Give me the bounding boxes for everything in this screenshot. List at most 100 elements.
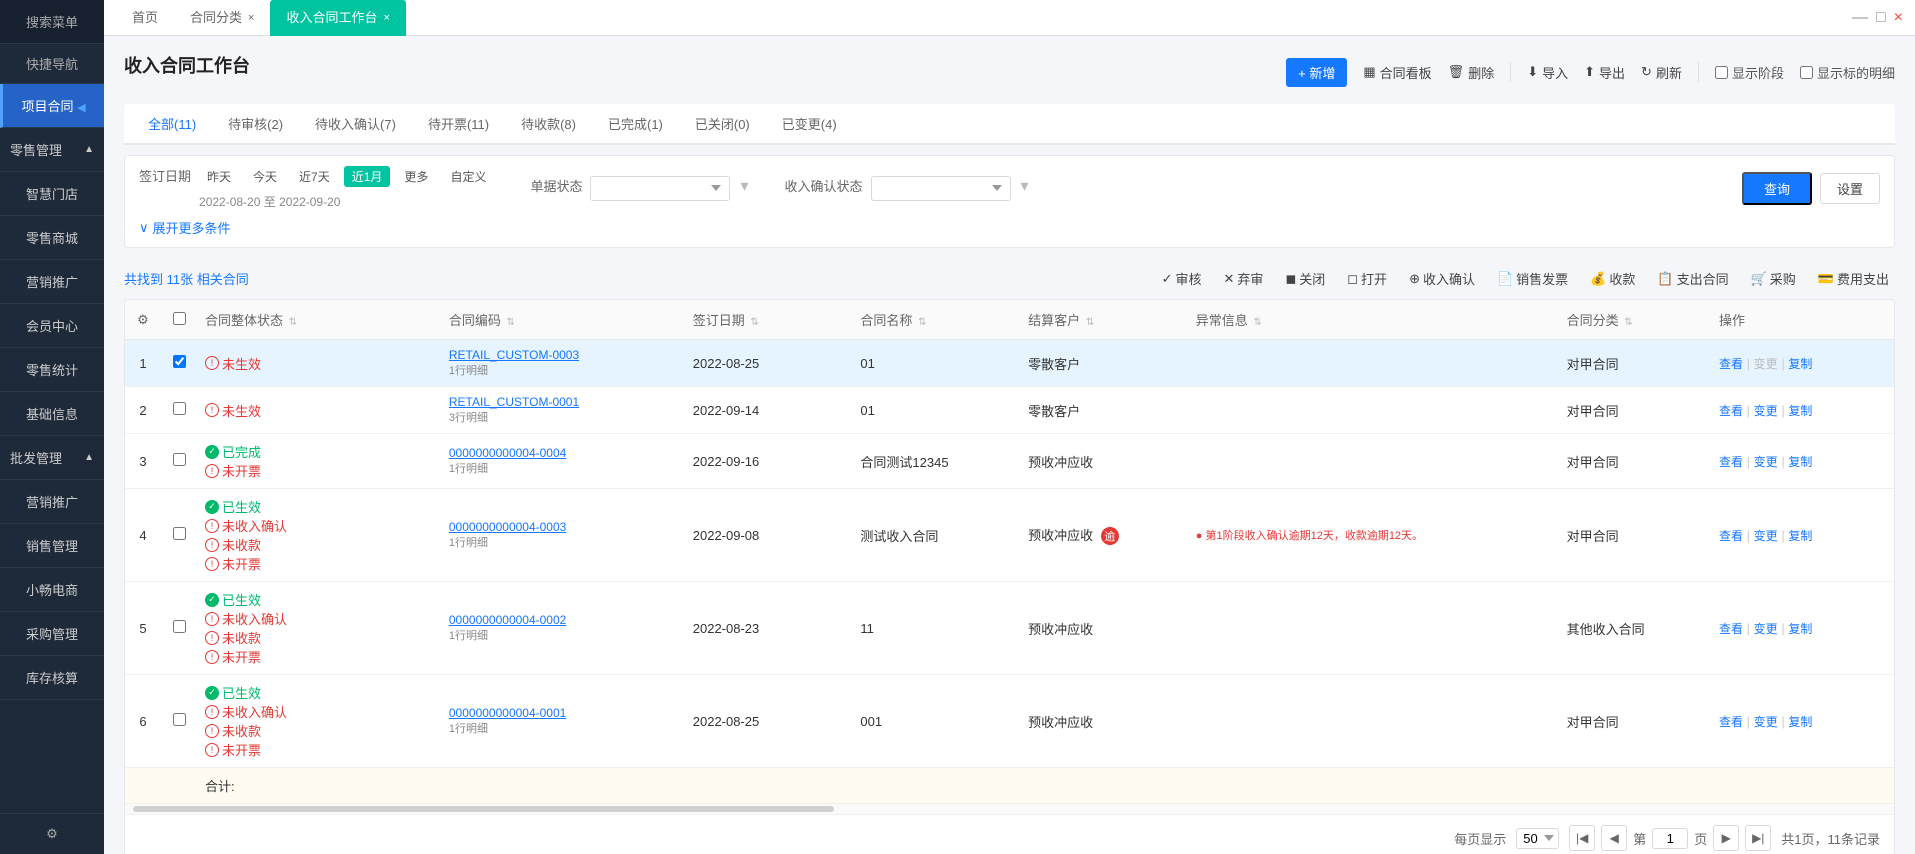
row6-change[interactable]: 变更 <box>1754 715 1778 729</box>
status-tab-pending-review[interactable]: 待审核(2) <box>212 104 299 145</box>
row2-view[interactable]: 查看 <box>1719 404 1743 418</box>
sidebar-item-ecom[interactable]: 零售商城 <box>0 216 104 260</box>
dashboard-button[interactable]: ▦ 合同看板 <box>1363 63 1431 82</box>
custom-btn[interactable]: 自定义 <box>442 166 494 187</box>
row2-change[interactable]: 变更 <box>1754 404 1778 418</box>
row3-checkbox[interactable] <box>161 434 197 489</box>
close-contract-btn[interactable]: ◼ 关闭 <box>1279 266 1331 291</box>
sidebar-item-stock[interactable]: 库存核算 <box>0 656 104 700</box>
row3-change[interactable]: 变更 <box>1754 455 1778 469</box>
sidebar-item-wholesale[interactable]: 批发管理 ▲ <box>0 436 104 480</box>
row4-view[interactable]: 查看 <box>1719 529 1743 543</box>
minimize-btn[interactable]: — <box>1852 9 1868 27</box>
status-tab-pending-income[interactable]: 待收入确认(7) <box>299 104 412 145</box>
show-fields-input[interactable] <box>1715 66 1728 79</box>
last1month-btn[interactable]: 近1月 <box>344 166 391 187</box>
col-code[interactable]: 合同编码 ⇅ <box>441 300 685 340</box>
query-button[interactable]: 查询 <box>1742 172 1812 205</box>
payment-btn[interactable]: 💰 收款 <box>1584 266 1641 291</box>
row4-checkbox[interactable] <box>161 489 197 582</box>
export-button[interactable]: ⬆ 导出 <box>1584 63 1625 82</box>
col-customer[interactable]: 结算客户 ⇅ <box>1020 300 1188 340</box>
expense-output-btn[interactable]: 💳 费用支出 <box>1812 266 1895 291</box>
row2-copy[interactable]: 复制 <box>1788 404 1812 418</box>
open-btn[interactable]: ◻ 打开 <box>1341 266 1393 291</box>
col-sign-date[interactable]: 签订日期 ⇅ <box>685 300 853 340</box>
current-page-input[interactable] <box>1652 828 1688 849</box>
sidebar-settings[interactable]: ⚙ <box>0 813 104 854</box>
row3-view[interactable]: 查看 <box>1719 455 1743 469</box>
row5-view[interactable]: 查看 <box>1719 622 1743 636</box>
sidebar-item-project[interactable]: 项目合同 ◀ <box>0 84 104 128</box>
col-settings[interactable]: ⚙ <box>125 300 161 340</box>
h-scrollbar[interactable] <box>125 804 1894 814</box>
row6-code-link[interactable]: 0000000000004-0001 <box>449 706 677 720</box>
sidebar-item-mkt2[interactable]: 营销推广 <box>0 480 104 524</box>
first-page-btn[interactable]: |◀ <box>1569 825 1595 851</box>
sidebar-item-stats[interactable]: 零售统计 <box>0 348 104 392</box>
more-btn[interactable]: 更多 <box>396 166 436 187</box>
row1-copy[interactable]: 复制 <box>1788 357 1812 371</box>
col-exception[interactable]: 异常信息 ⇅ <box>1188 300 1559 340</box>
col-name[interactable]: 合同名称 ⇅ <box>852 300 1020 340</box>
expand-filter-btn[interactable]: ∨ 展开更多条件 <box>139 218 1880 237</box>
row6-view[interactable]: 查看 <box>1719 715 1743 729</box>
row4-code-link[interactable]: 0000000000004-0003 <box>449 520 677 534</box>
maximize-btn[interactable]: □ <box>1876 9 1886 27</box>
row6-copy[interactable]: 复制 <box>1788 715 1812 729</box>
import-button[interactable]: ⬇ 导入 <box>1527 63 1568 82</box>
row3-code-link[interactable]: 0000000000004-0004 <box>449 446 677 460</box>
sidebar-item-base[interactable]: 基础信息 <box>0 392 104 436</box>
tab-contract-type[interactable]: 合同分类 × <box>174 0 270 36</box>
status-tab-completed[interactable]: 已完成(1) <box>592 104 679 145</box>
next-page-btn[interactable]: ▶ <box>1713 825 1739 851</box>
col-overall-status[interactable]: 合同整体状态 ⇅ <box>197 300 441 340</box>
status-tab-pending-invoice[interactable]: 待开票(11) <box>412 104 505 145</box>
sidebar-search[interactable]: 搜索菜单 <box>0 0 104 44</box>
filter-setting-button[interactable]: 设置 <box>1820 173 1880 204</box>
sidebar-item-member[interactable]: 会员中心 <box>0 304 104 348</box>
row6-checkbox[interactable] <box>161 675 197 768</box>
status-tab-pending-payment[interactable]: 待收款(8) <box>505 104 592 145</box>
row4-copy[interactable]: 复制 <box>1788 529 1812 543</box>
row5-checkbox[interactable] <box>161 582 197 675</box>
status-tab-all[interactable]: 全部(11) <box>132 104 212 145</box>
last-page-btn[interactable]: ▶| <box>1745 825 1771 851</box>
show-fields-checkbox[interactable]: 显示阶段 <box>1715 63 1784 82</box>
row1-checkbox[interactable] <box>161 340 197 387</box>
sidebar-item-sales[interactable]: 销售管理 <box>0 524 104 568</box>
purchase-btn[interactable]: 🛒 采购 <box>1745 266 1802 291</box>
sidebar-item-marketing[interactable]: 营销推广 <box>0 260 104 304</box>
doc-status-select[interactable] <box>590 176 730 201</box>
tab-close-income-workbench[interactable]: × <box>383 0 389 36</box>
row3-copy[interactable]: 复制 <box>1788 455 1812 469</box>
refresh-button[interactable]: ↻ 刷新 <box>1641 63 1682 82</box>
scrollbar-thumb[interactable] <box>133 806 834 812</box>
row5-code-link[interactable]: 0000000000004-0002 <box>449 613 677 627</box>
row5-change[interactable]: 变更 <box>1754 622 1778 636</box>
sidebar-item-smart[interactable]: 智慧门店 <box>0 172 104 216</box>
sidebar-item-retail[interactable]: 零售管理 ▲ <box>0 128 104 172</box>
tab-home[interactable]: 首页 <box>116 0 174 36</box>
add-button[interactable]: + 新增 <box>1286 58 1347 87</box>
row2-code-link[interactable]: RETAIL_CUSTOM-0001 <box>449 395 677 409</box>
col-category[interactable]: 合同分类 ⇅ <box>1559 300 1711 340</box>
close-btn[interactable]: × <box>1894 9 1903 27</box>
delete-button[interactable]: 🗑 删除 <box>1448 63 1495 82</box>
per-page-select[interactable]: 50 <box>1516 828 1559 849</box>
status-tab-closed[interactable]: 已关闭(0) <box>679 104 766 145</box>
select-all-checkbox[interactable] <box>173 312 186 325</box>
show-details-checkbox[interactable]: 显示标的明细 <box>1800 63 1895 82</box>
abandon-btn[interactable]: ✕ 弃审 <box>1218 266 1270 291</box>
today-btn[interactable]: 今天 <box>245 166 285 187</box>
row5-copy[interactable]: 复制 <box>1788 622 1812 636</box>
last7-btn[interactable]: 近7天 <box>291 166 338 187</box>
sidebar-item-purchase[interactable]: 采购管理 <box>0 612 104 656</box>
status-tab-changed[interactable]: 已变更(4) <box>766 104 853 145</box>
income-confirm-btn[interactable]: ⊕ 收入确认 <box>1403 266 1481 291</box>
prev-page-btn[interactable]: ◀ <box>1601 825 1627 851</box>
review-btn[interactable]: ✓ 审核 <box>1156 266 1208 291</box>
income-confirm-select[interactable] <box>871 176 1011 201</box>
yesterday-btn[interactable]: 昨天 <box>199 166 239 187</box>
output-contract-btn[interactable]: 📋 支出合同 <box>1651 266 1734 291</box>
